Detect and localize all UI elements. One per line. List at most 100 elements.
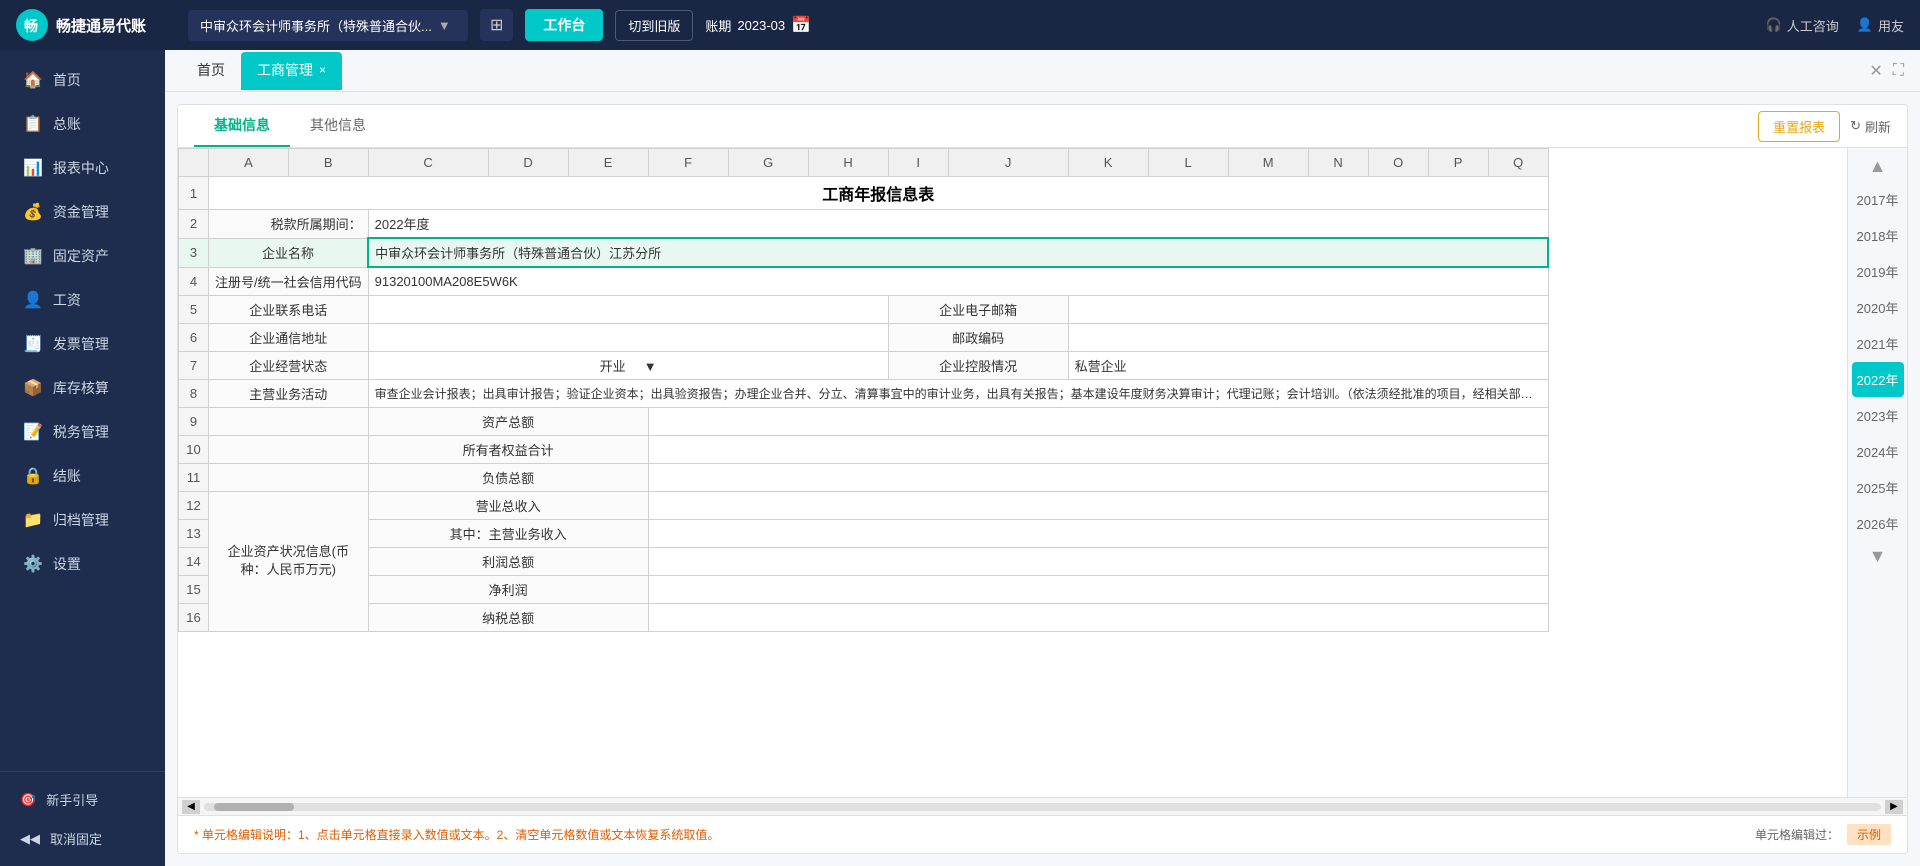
reg-value[interactable]: 91320100MA208E5W6K: [368, 267, 1548, 295]
footer-hint: * 单元格编辑说明：1、点击单元格直接录入数值或文本。2、清空单元格数值或文本恢…: [194, 826, 719, 843]
reg-label: 注册号/统一社会信用代码: [209, 267, 369, 295]
phone-value[interactable]: [368, 295, 888, 323]
tax-value[interactable]: [648, 603, 1548, 631]
company-name-value[interactable]: 中审众环会计师事务所（特殊普通合伙）江苏分所: [368, 238, 1548, 267]
table-row: 6 企业通信地址 邮政编码: [179, 323, 1549, 351]
row-num-8: 8: [179, 379, 209, 407]
sub-tab-basic-label: 基础信息: [214, 117, 270, 133]
year-scroll-down-button[interactable]: ▼: [1865, 542, 1891, 571]
report-icon: 📊: [23, 158, 43, 178]
salary-icon: 👤: [23, 290, 43, 310]
close-icon: 🔒: [23, 466, 43, 486]
col-header-c: C: [368, 149, 488, 177]
service-label: 人工咨询: [1787, 16, 1839, 35]
company-selector[interactable]: 中审众环会计师事务所（特殊普通合伙... ▼: [188, 10, 468, 41]
service-action[interactable]: 🎧 人工咨询: [1766, 16, 1839, 35]
table-row: 11 负债总额: [179, 463, 1549, 491]
year-scroll-up-button[interactable]: ▲: [1865, 152, 1891, 181]
biz-status-value[interactable]: 开业 ▼: [368, 351, 888, 379]
col-header-e: E: [568, 149, 648, 177]
user-icon: 👤: [1857, 17, 1873, 33]
asset-value[interactable]: [648, 407, 1548, 435]
main-biz-value[interactable]: 审查企业会计报表；出具审计报告；验证企业资本；出具验资报告；办理企业合并、分立、…: [368, 379, 1548, 407]
refresh-button[interactable]: ↻ 刷新: [1850, 117, 1891, 136]
debt-value[interactable]: [648, 463, 1548, 491]
year-item-2022年[interactable]: 2022年: [1852, 362, 1904, 397]
row-num-2: 2: [179, 210, 209, 239]
period-area: 账期 2023-03 📅: [705, 15, 811, 35]
svg-text:畅: 畅: [24, 18, 38, 34]
copy-company-button[interactable]: ⊞: [480, 9, 513, 41]
year-item-2020年[interactable]: 2020年: [1852, 290, 1904, 325]
year-item-2018年[interactable]: 2018年: [1852, 218, 1904, 253]
top-header: 畅 畅捷通易代账 中审众环会计师事务所（特殊普通合伙... ▼ ⊞ 工作台 切到…: [0, 0, 1920, 50]
revenue-value[interactable]: [648, 491, 1548, 519]
horizontal-scrollbar[interactable]: ◀ ▶: [178, 797, 1907, 815]
user-label: 用友: [1878, 16, 1904, 35]
sidebar-item-close[interactable]: 🔒 结账: [0, 454, 165, 498]
sidebar-item-report[interactable]: 📊报表中心: [0, 146, 165, 190]
scroll-right-button[interactable]: ▶: [1885, 800, 1903, 814]
expand-tab-button[interactable]: ⛶: [1893, 61, 1904, 81]
sidebar-item-ledger[interactable]: 📋总账: [0, 102, 165, 146]
footer-example: 示例: [1847, 824, 1891, 845]
row-num-5: 5: [179, 295, 209, 323]
postal-value[interactable]: [1068, 323, 1548, 351]
user-action[interactable]: 👤 用友: [1857, 16, 1904, 35]
year-item-2023年[interactable]: 2023年: [1852, 398, 1904, 433]
row-num-6: 6: [179, 323, 209, 351]
scroll-thumb[interactable]: [214, 803, 294, 811]
equity-value[interactable]: [648, 435, 1548, 463]
email-value[interactable]: [1068, 295, 1548, 323]
col-header-k: K: [1068, 149, 1148, 177]
tab-close-icon[interactable]: ×: [319, 63, 326, 77]
sidebar-item-guide[interactable]: 🎯 新手引导: [0, 780, 165, 819]
calendar-icon[interactable]: 📅: [791, 15, 811, 35]
sidebar-item-fund-label: 资金管理: [53, 202, 109, 222]
reset-report-button[interactable]: 重置报表: [1758, 111, 1840, 142]
period-label-cell: 税款所属期间：: [209, 210, 369, 239]
year-item-2021年[interactable]: 2021年: [1852, 326, 1904, 361]
scroll-left-button[interactable]: ◀: [182, 800, 200, 814]
sidebar-item-invoice[interactable]: 🧾发票管理: [0, 322, 165, 366]
sub-tab-basic[interactable]: 基础信息: [194, 105, 290, 147]
sidebar-item-inventory[interactable]: 📦库存核算: [0, 366, 165, 410]
holding-value[interactable]: 私营企业: [1068, 351, 1548, 379]
old-version-button[interactable]: 切到旧版: [615, 10, 693, 41]
sidebar-item-invoice-label: 发票管理: [53, 334, 109, 354]
sidebar-item-archive[interactable]: 📁归档管理: [0, 498, 165, 542]
sidebar-item-fund[interactable]: 💰资金管理: [0, 190, 165, 234]
sidebar-item-home[interactable]: 🏠首页: [0, 58, 165, 102]
sidebar-item-pin[interactable]: ◀◀ 取消固定: [0, 819, 165, 858]
tab-active[interactable]: 工商管理 ×: [241, 52, 342, 90]
profit-value[interactable]: [648, 547, 1548, 575]
sheet-main[interactable]: A B C D E F G H I J: [178, 148, 1847, 797]
row-num-7: 7: [179, 351, 209, 379]
year-item-2024年[interactable]: 2024年: [1852, 434, 1904, 469]
workbench-button[interactable]: 工作台: [525, 9, 603, 41]
sidebar-item-asset[interactable]: 🏢固定资产: [0, 234, 165, 278]
sidebar-item-close-label: 结账: [53, 466, 81, 486]
year-item-2019年[interactable]: 2019年: [1852, 254, 1904, 289]
headset-icon: 🎧: [1766, 17, 1782, 33]
year-item-2017年[interactable]: 2017年: [1852, 182, 1904, 217]
close-tab-button[interactable]: ✕: [1869, 61, 1882, 81]
year-item-2025年[interactable]: 2025年: [1852, 470, 1904, 505]
tab-home[interactable]: 首页: [181, 52, 241, 90]
table-row: 14 利润总额: [179, 547, 1549, 575]
address-value[interactable]: [368, 323, 888, 351]
year-item-2026年[interactable]: 2026年: [1852, 506, 1904, 541]
sidebar-item-tax[interactable]: 📝税务管理: [0, 410, 165, 454]
sub-tab-other[interactable]: 其他信息: [290, 105, 386, 147]
period-label: 账期: [705, 16, 731, 35]
col-header-g: G: [728, 149, 808, 177]
main-content: 首页 工商管理 × ✕ ⛶ 基础信息 其他信息: [165, 50, 1920, 866]
period-value-cell[interactable]: 2022年度: [368, 210, 1548, 239]
col-header-j: J: [948, 149, 1068, 177]
sidebar-item-salary[interactable]: 👤工资: [0, 278, 165, 322]
main-revenue-value[interactable]: [648, 519, 1548, 547]
guide-icon: 🎯: [20, 792, 36, 808]
company-name: 中审众环会计师事务所（特殊普通合伙...: [200, 16, 432, 35]
net-profit-value[interactable]: [648, 575, 1548, 603]
sidebar-item-settings[interactable]: ⚙️设置: [0, 542, 165, 586]
